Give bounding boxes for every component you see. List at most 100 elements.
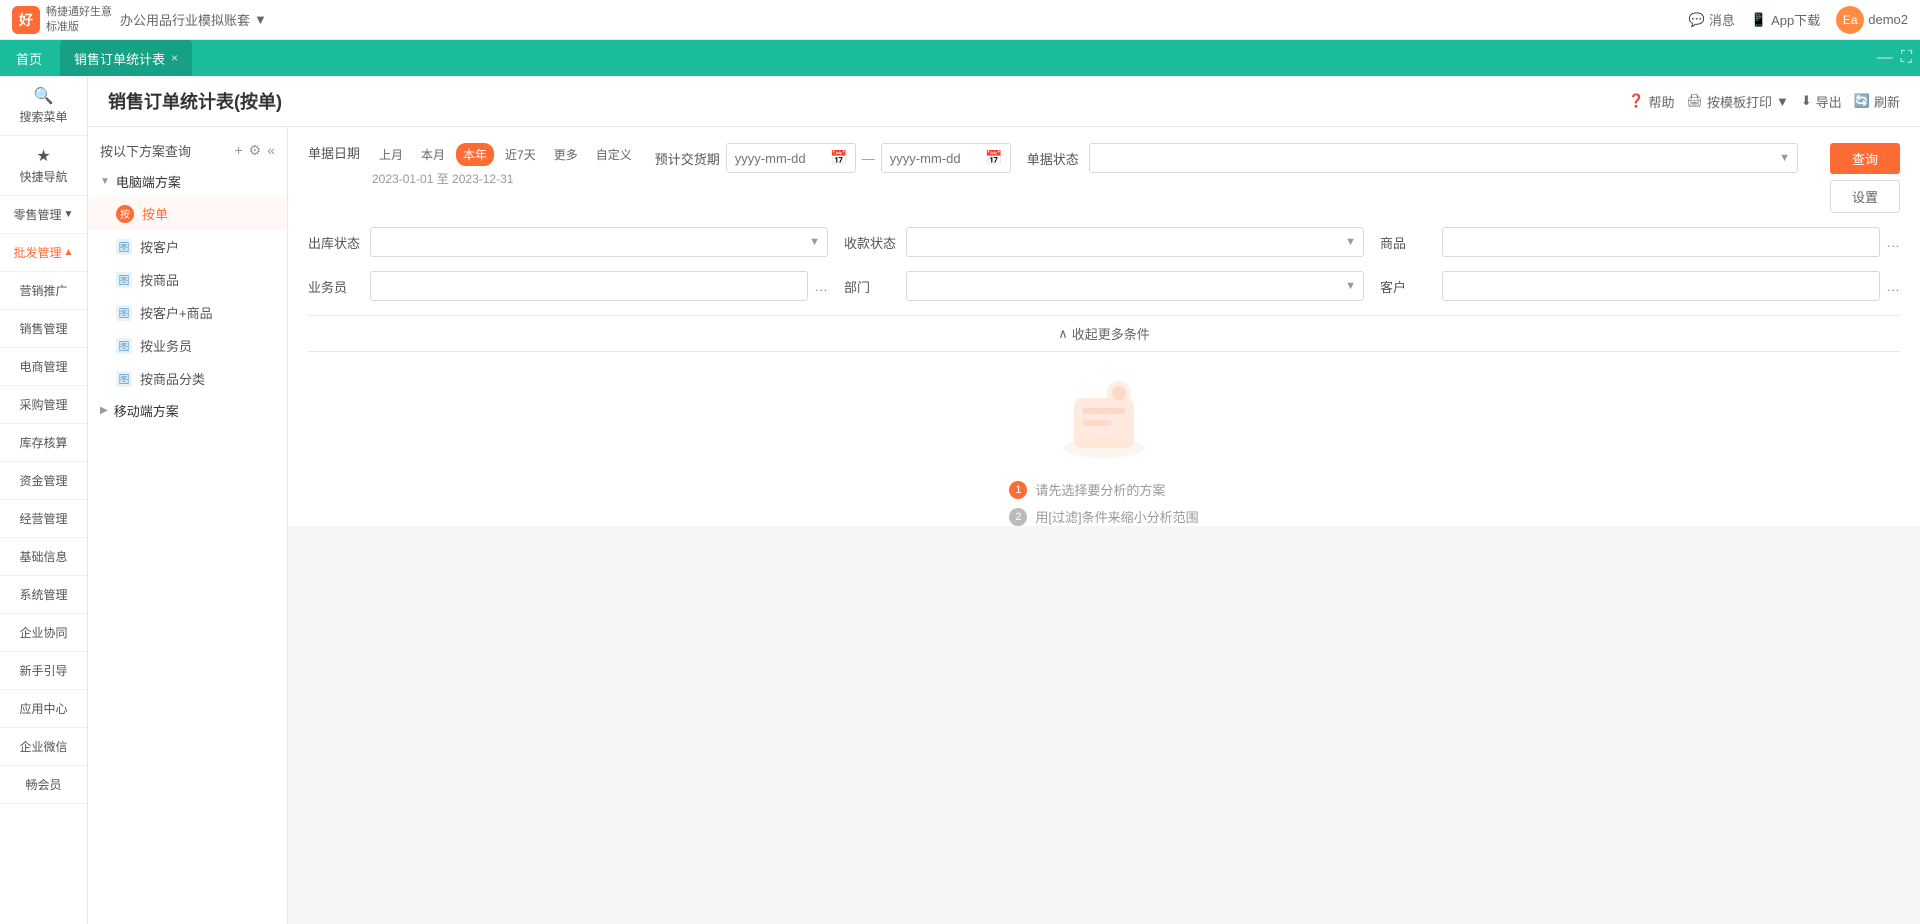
print-dropdown-icon[interactable]: ▼ [1776,94,1789,109]
sidebar-item-wholesale[interactable]: 批发管理 ▲ [0,234,87,272]
filter-customer-group: 客户 … [1380,271,1900,301]
sidebar-item-ecommerce[interactable]: 电商管理 [0,348,87,386]
expected-date-label: 预计交货期 [655,149,720,168]
sidebar-item-search[interactable]: 🔍 搜索菜单 [0,76,87,136]
scheme-mobile-group-header[interactable]: ▶ 移动端方案 [88,395,287,426]
scheme-item-by-category[interactable]: 图 按商品分类 [88,362,287,395]
scheme-add-btn[interactable]: + [234,142,242,159]
export-label: 导出 [1816,92,1842,111]
tip-num-1: 1 [1009,481,1027,499]
help-btn[interactable]: ❓ 帮助 [1628,92,1674,111]
refresh-btn[interactable]: 🔄 刷新 [1854,92,1900,111]
print-btn[interactable]: 🖨 按模板打印 ▼ [1686,92,1788,111]
product-input[interactable] [1442,227,1880,257]
status-label: 单据状态 [1027,149,1083,168]
settings-button[interactable]: 设置 [1830,180,1900,213]
top-bar-left: 好 畅捷通好生意 标准版 办公用品行业模拟账套 ▼ [12,5,267,34]
delivery-select-wrapper: ▼ [370,227,828,257]
search-button[interactable]: 查询 [1830,143,1900,174]
logo-icon: 好 [12,6,40,34]
scheme-item-by-customer-product[interactable]: 图 按客户+商品 [88,296,287,329]
sidebar-item-finance-label: 资金管理 [4,472,83,489]
delivery-status-select[interactable] [370,227,828,257]
sidebar-item-inventory[interactable]: 库存核算 [0,424,87,462]
scheme-item-by-product[interactable]: 图 按商品 [88,263,287,296]
empty-tip-1: 1 请先选择要分析的方案 [1009,480,1198,499]
pc-group-label: 电脑端方案 [116,172,181,191]
scheme-collapse-btn[interactable]: « [267,142,275,159]
scheme-pc-group: ▼ 电脑端方案 按 按单 图 按客户 图 按商品 [88,166,287,395]
payment-status-select[interactable] [906,227,1364,257]
date-btn-this-month[interactable]: 本月 [414,143,452,166]
collapse-bar[interactable]: ∧ 收起更多条件 [308,315,1900,352]
sidebar-item-purchase[interactable]: 采购管理 [0,386,87,424]
expected-date-from-input[interactable] [726,143,856,173]
message-nav[interactable]: 💬 消息 [1689,10,1735,29]
filter-department-group: 部门 ▼ [844,271,1364,301]
date-btn-custom[interactable]: 自定义 [589,143,639,166]
empty-tips: 1 请先选择要分析的方案 2 用[过滤]条件来缩小分析范围 [1009,480,1198,526]
quick-nav-icon: ★ [4,146,83,166]
sidebar-item-app-center[interactable]: 应用中心 [0,690,87,728]
tab-close-icon[interactable]: × [171,51,178,65]
scheme-item-by-order[interactable]: 按 按单 [88,197,287,230]
main-layout: 🔍 搜索菜单 ★ 快捷导航 零售管理 ▼ 批发管理 ▲ 营销推广 销售管理 电商… [0,76,1920,924]
status-select[interactable]: 未审核 已审核 [1089,143,1798,173]
tab-active[interactable]: 销售订单统计表 × [60,40,192,76]
by-salesperson-icon: 图 [116,338,132,354]
by-customer-product-icon: 图 [116,305,132,321]
scheme-item-by-customer[interactable]: 图 按客户 [88,230,287,263]
date-btn-this-year[interactable]: 本年 [456,143,494,166]
tab-home[interactable]: 首页 [0,40,58,76]
date-btn-last-month[interactable]: 上月 [372,143,410,166]
sidebar-item-marketing[interactable]: 营销推广 [0,272,87,310]
sidebar-item-quick-nav[interactable]: ★ 快捷导航 [0,136,87,196]
filter-product-group: 商品 … [1380,227,1900,257]
customer-input[interactable] [1442,271,1880,301]
sidebar-item-system[interactable]: 系统管理 [0,576,87,614]
by-order-label: 按单 [142,204,168,223]
sidebar-item-finance[interactable]: 资金管理 [0,462,87,500]
pc-group-arrow: ▼ [100,176,110,187]
date-dash-separator: — [862,151,875,166]
breadcrumb[interactable]: 办公用品行业模拟账套 ▼ [120,10,267,29]
breadcrumb-dropdown-icon[interactable]: ▼ [254,12,267,27]
sidebar-item-wechat[interactable]: 企业微信 [0,728,87,766]
app-download-nav[interactable]: 📱 App下载 [1751,10,1820,29]
customer-dots-btn[interactable]: … [1886,278,1900,294]
help-label: 帮助 [1648,92,1674,111]
salesperson-dots-btn[interactable]: … [814,278,828,294]
sidebar-item-corp-collab[interactable]: 企业协同 [0,614,87,652]
expected-date-to-wrapper: 📅 [881,143,1011,173]
user-nav[interactable]: Ea demo2 [1836,6,1908,34]
sidebar-item-app-center-label: 应用中心 [4,700,83,717]
app-download-label: App下载 [1771,10,1820,29]
sidebar-item-newbie[interactable]: 新手引导 [0,652,87,690]
sidebar-item-operation[interactable]: 经营管理 [0,500,87,538]
empty-state: 1 请先选择要分析的方案 2 用[过滤]条件来缩小分析范围 [288,368,1920,526]
sidebar-item-sales[interactable]: 销售管理 [0,310,87,348]
tab-maximize-btn[interactable]: ⛶ [1901,49,1912,67]
scheme-settings-btn[interactable]: ⚙ [249,142,262,159]
sidebar-item-basic[interactable]: 基础信息 [0,538,87,576]
logo-area: 好 畅捷通好生意 标准版 [12,5,112,34]
scheme-pc-group-header[interactable]: ▼ 电脑端方案 [88,166,287,197]
empty-tip-2-text: 用[过滤]条件来缩小分析范围 [1035,507,1198,526]
inner-layout: 按以下方案查询 + ⚙ « ▼ 电脑端方案 按 [88,127,1920,924]
sidebar-item-wholesale-label: 批发管理 ▲ [4,244,83,261]
message-label: 消息 [1709,10,1735,29]
date-btn-last-7-days[interactable]: 近7天 [498,143,543,166]
expected-date-to-input[interactable] [881,143,1011,173]
sidebar-item-retail[interactable]: 零售管理 ▼ [0,196,87,234]
department-select[interactable] [906,271,1364,301]
tab-minimize-btn[interactable]: — [1877,49,1893,67]
collapse-btn[interactable]: ∧ 收起更多条件 [1058,324,1150,343]
message-icon: 💬 [1689,12,1705,28]
salesperson-input[interactable] [370,271,808,301]
filter-date-group: 单据日期 上月 本月 本年 近7天 更多 自定义 20 [308,143,639,187]
scheme-item-by-salesperson[interactable]: 图 按业务员 [88,329,287,362]
export-btn[interactable]: ⬇ 导出 [1801,92,1842,111]
sidebar-item-member[interactable]: 畅会员 [0,766,87,804]
date-btn-more[interactable]: 更多 [547,143,585,166]
product-dots-btn[interactable]: … [1886,234,1900,250]
